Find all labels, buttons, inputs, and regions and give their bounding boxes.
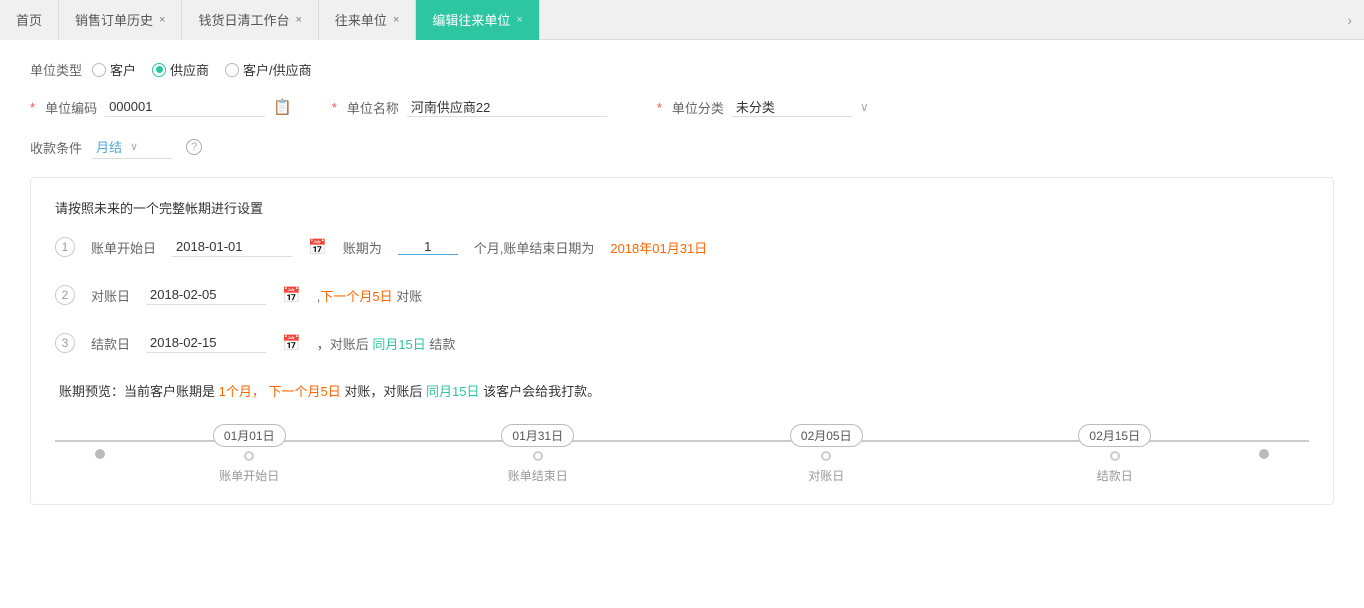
step-suffix-3: ，对账后 同月15日 结款	[317, 334, 456, 353]
unit-name-group: * 单位名称	[332, 97, 607, 117]
payment-label: 收款条件	[30, 138, 82, 157]
timeline-node-4: 02月15日 结款日	[971, 424, 1260, 484]
step-label-2: 对账日	[91, 286, 130, 305]
step-suffix-pre-1: 账期为	[343, 238, 382, 257]
tab-sales-history[interactable]: 销售订单历史 ×	[59, 0, 182, 40]
radio-circle-both	[225, 63, 239, 77]
radio-both[interactable]: 客户/供应商	[225, 60, 312, 79]
timeline-dot-4	[1110, 451, 1120, 461]
timeline-node-2: 01月31日 账单结束日	[394, 424, 683, 484]
payment-dropdown[interactable]: 月结 ∨	[92, 135, 172, 159]
tab-cash-desk[interactable]: 钱货日清工作台 ×	[182, 0, 318, 40]
step-date-input-1[interactable]	[172, 237, 292, 257]
step-suffix-red-2: 下一个月5日	[320, 289, 392, 304]
step-num-1: 1	[55, 237, 75, 257]
unit-name-input[interactable]	[407, 97, 607, 117]
timeline-label-1: 账单开始日	[219, 467, 279, 484]
unit-name-label: 单位名称	[347, 98, 399, 117]
close-icon[interactable]: ×	[516, 14, 522, 26]
step-date-input-2[interactable]	[146, 285, 266, 305]
timeline-label-3: 对账日	[808, 467, 844, 484]
unit-code-label: 单位编码	[45, 98, 97, 117]
radio-label-supplier: 供应商	[170, 60, 209, 79]
step-suffix-2: ,下一个月5日 对账	[317, 286, 422, 305]
calendar-icon-2[interactable]: 📅	[282, 286, 301, 304]
preview-text: 账期预览：当前客户账期是 1个月， 下一个月5日 对账，对账后 同月15日 该客…	[55, 381, 1309, 400]
step-row-2: 2 对账日 📅 ,下一个月5日 对账	[55, 285, 1309, 305]
unit-type-row: 单位类型 客户 供应商 客户/供应商	[30, 60, 1334, 79]
close-icon[interactable]: ×	[159, 14, 165, 26]
radio-customer[interactable]: 客户	[92, 60, 136, 79]
radio-group-unit-type: 客户 供应商 客户/供应商	[92, 60, 312, 79]
step-label-3: 结款日	[91, 334, 130, 353]
timeline-label-4: 结款日	[1097, 467, 1133, 484]
unit-class-input[interactable]	[732, 97, 852, 117]
step-num-3: 3	[55, 333, 75, 353]
tab-edit-contact[interactable]: 编辑往来单位 ×	[416, 0, 539, 40]
timeline-label-2: 账单结束日	[508, 467, 568, 484]
step-label-1: 账单开始日	[91, 238, 156, 257]
step-num-2: 2	[55, 285, 75, 305]
step-row-3: 3 结款日 📅 ，对账后 同月15日 结款	[55, 333, 1309, 353]
timeline-dot-1	[244, 451, 254, 461]
section-title: 请按照未来的一个完整帐期进行设置	[55, 198, 1309, 217]
settings-section: 请按照未来的一个完整帐期进行设置 1 账单开始日 📅 账期为 个月,账单结束日期…	[30, 177, 1334, 505]
timeline-node-3: 02月05日 对账日	[682, 424, 971, 484]
unit-code-group: * 单位编码 📋	[30, 97, 292, 117]
tab-home[interactable]: 首页	[0, 0, 59, 40]
required-star-name: *	[332, 100, 337, 115]
step-end-date-1: 2018年01月31日	[610, 238, 707, 257]
timeline-date-2: 01月31日	[501, 424, 574, 447]
timeline-end-dot	[1259, 449, 1269, 459]
timeline-node-1: 01月01日 账单开始日	[105, 424, 394, 484]
unit-type-label: 单位类型	[30, 60, 82, 79]
main-content: 单位类型 客户 供应商 客户/供应商 * 单位编码 📋 * 单位名称	[0, 40, 1364, 608]
timeline-date-4: 02月15日	[1078, 424, 1151, 447]
radio-circle-supplier	[152, 63, 166, 77]
preview-next: 下一个月5日	[269, 384, 341, 399]
timeline-date-1: 01月01日	[213, 424, 286, 447]
unit-class-group: * 单位分类 ∨	[657, 97, 869, 117]
help-icon[interactable]: ?	[186, 139, 202, 155]
timeline-dot-2	[533, 451, 543, 461]
unit-info-row: * 单位编码 📋 * 单位名称 * 单位分类 ∨	[30, 97, 1334, 117]
document-icon[interactable]: 📋	[273, 98, 292, 116]
radio-circle-customer	[92, 63, 106, 77]
payment-value: 月结	[96, 137, 122, 156]
step-row-1: 1 账单开始日 📅 账期为 个月,账单结束日期为 2018年01月31日	[55, 237, 1309, 257]
timeline-date-3: 02月05日	[790, 424, 863, 447]
unit-class-label: 单位分类	[672, 98, 724, 117]
calendar-icon-1[interactable]: 📅	[308, 238, 327, 256]
preview-month: 1个月，	[219, 384, 265, 399]
dropdown-arrow-icon: ∨	[130, 140, 138, 153]
step-date-input-3[interactable]	[146, 333, 266, 353]
preview-same: 同月15日	[426, 384, 479, 399]
unit-code-input[interactable]	[105, 97, 265, 117]
required-star-class: *	[657, 100, 662, 115]
tab-bar: 首页 销售订单历史 × 钱货日清工作台 × 往来单位 × 编辑往来单位 × ›	[0, 0, 1364, 40]
timeline-start-dot	[95, 449, 105, 459]
tab-scroll-arrow[interactable]: ›	[1335, 12, 1364, 28]
required-star: *	[30, 100, 35, 115]
step-suffix-cyan-3: 同月15日	[372, 337, 425, 352]
close-icon[interactable]: ×	[295, 14, 301, 26]
radio-supplier[interactable]: 供应商	[152, 60, 209, 79]
months-input[interactable]	[398, 239, 458, 255]
classifier-dropdown-arrow[interactable]: ∨	[860, 100, 869, 114]
payment-row: 收款条件 月结 ∨ ?	[30, 135, 1334, 159]
timeline-dot-3	[821, 451, 831, 461]
radio-label-customer: 客户	[110, 60, 136, 79]
radio-label-both: 客户/供应商	[243, 60, 312, 79]
calendar-icon-3[interactable]: 📅	[282, 334, 301, 352]
step-suffix-post-1: 个月,账单结束日期为	[474, 238, 595, 257]
close-icon[interactable]: ×	[393, 14, 399, 26]
timeline: 01月01日 账单开始日 01月31日 账单结束日 02月05日 对账日 02月…	[55, 424, 1309, 484]
tab-contacts[interactable]: 往来单位 ×	[319, 0, 416, 40]
